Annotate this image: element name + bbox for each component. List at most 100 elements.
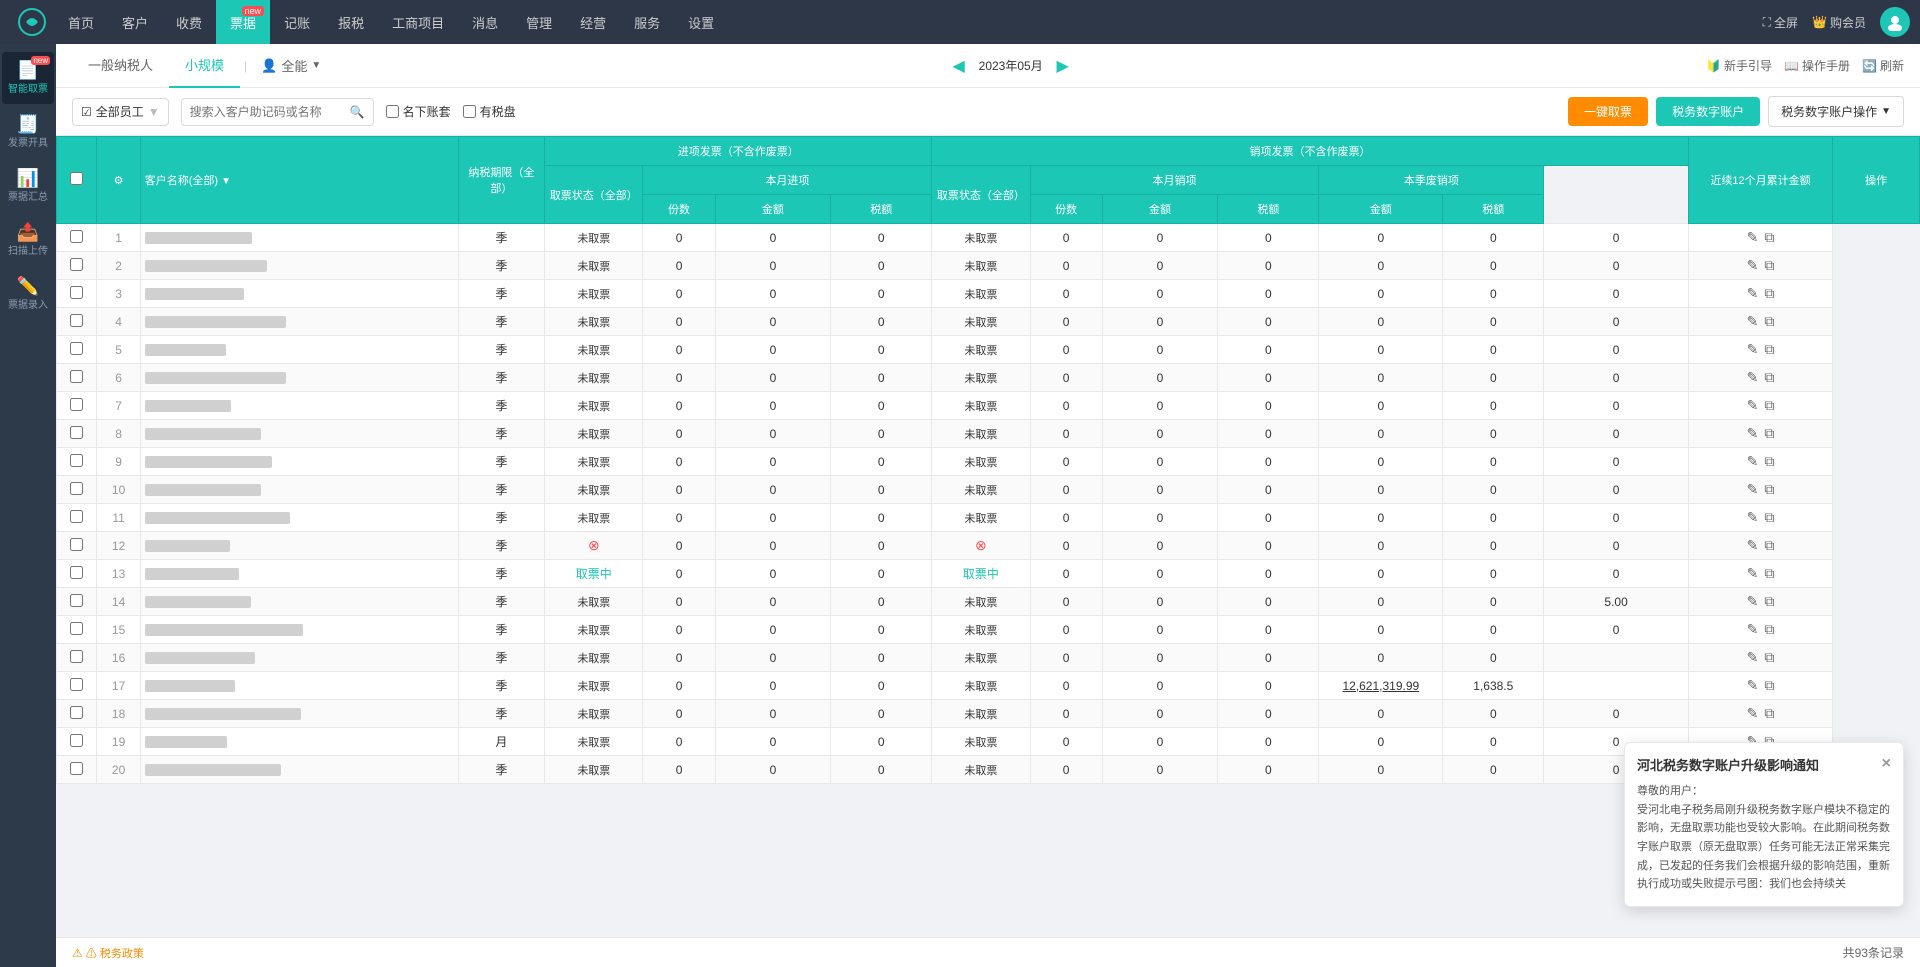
- nav-service[interactable]: 服务: [620, 0, 674, 44]
- copy-btn[interactable]: ⧉: [1764, 677, 1774, 694]
- refresh-link[interactable]: 🔄 刷新: [1862, 57, 1904, 74]
- digital-tax-op-btn[interactable]: 税务数字账户操作 ▼: [1768, 96, 1904, 127]
- sidebar-item-entry[interactable]: ✏️ 票据录入: [2, 268, 54, 320]
- row-checkbox[interactable]: [70, 482, 83, 495]
- period-next-btn[interactable]: ▶: [1051, 54, 1075, 78]
- has-taxbox-checkbox[interactable]: 有税盘: [463, 103, 516, 120]
- row-checkbox[interactable]: [70, 706, 83, 719]
- row-checkbox[interactable]: [70, 426, 83, 439]
- subtab-general[interactable]: 一般纳税人: [72, 44, 169, 88]
- edit-btn[interactable]: ✎: [1747, 313, 1759, 330]
- nav-customer[interactable]: 客户: [108, 0, 162, 44]
- tax-policy-link[interactable]: ⚠ ⚠ 税务政策: [72, 945, 144, 961]
- copy-btn[interactable]: ⧉: [1764, 593, 1774, 610]
- th-fetch-status-in[interactable]: 取票状态（全部）: [545, 166, 643, 224]
- row-checkbox[interactable]: [70, 538, 83, 551]
- nav-message[interactable]: 消息: [458, 0, 512, 44]
- row-checkbox[interactable]: [70, 650, 83, 663]
- nav-manage[interactable]: 管理: [512, 0, 566, 44]
- nav-tax[interactable]: 报税: [324, 0, 378, 44]
- subtab-small[interactable]: 小规模: [169, 44, 240, 88]
- row-checkbox[interactable]: [70, 566, 83, 579]
- edit-btn[interactable]: ✎: [1747, 397, 1759, 414]
- copy-btn[interactable]: ⧉: [1764, 453, 1774, 470]
- nav-home[interactable]: 首页: [54, 0, 108, 44]
- copy-btn[interactable]: ⧉: [1764, 537, 1774, 554]
- row-checkbox[interactable]: [70, 398, 83, 411]
- nav-invoice[interactable]: 票据 new: [216, 0, 270, 44]
- new-guide-link[interactable]: 🔰 新手引导: [1706, 57, 1772, 74]
- copy-btn[interactable]: ⧉: [1764, 369, 1774, 386]
- select-all-checkbox[interactable]: [70, 172, 83, 185]
- search-input[interactable]: [190, 105, 350, 119]
- sidebar-item-smart-ticket[interactable]: 📄 智能取票 new: [2, 52, 54, 104]
- edit-btn[interactable]: ✎: [1747, 621, 1759, 638]
- employee-filter[interactable]: ☑ 全部员工 ▼: [72, 98, 169, 126]
- edit-btn[interactable]: ✎: [1747, 677, 1759, 694]
- row-checkbox[interactable]: [70, 230, 83, 243]
- copy-btn[interactable]: ⧉: [1764, 229, 1774, 246]
- edit-btn[interactable]: ✎: [1747, 257, 1759, 274]
- edit-btn[interactable]: ✎: [1747, 705, 1759, 722]
- search-icon[interactable]: 🔍: [350, 105, 365, 119]
- notif-close-btn[interactable]: ×: [1882, 755, 1891, 773]
- edit-btn[interactable]: ✎: [1747, 229, 1759, 246]
- logo[interactable]: [10, 0, 54, 44]
- edit-btn[interactable]: ✎: [1747, 481, 1759, 498]
- copy-btn[interactable]: ⧉: [1764, 621, 1774, 638]
- row-checkbox[interactable]: [70, 510, 83, 523]
- copy-btn[interactable]: ⧉: [1764, 649, 1774, 666]
- copy-btn[interactable]: ⧉: [1764, 425, 1774, 442]
- edit-btn[interactable]: ✎: [1747, 537, 1759, 554]
- copy-btn[interactable]: ⧉: [1764, 257, 1774, 274]
- row-checkbox[interactable]: [70, 678, 83, 691]
- sidebar-item-scan-upload[interactable]: 📤 扫描上传: [2, 214, 54, 266]
- under-account-checkbox[interactable]: 名下账套: [386, 103, 451, 120]
- row-checkbox[interactable]: [70, 314, 83, 327]
- one-key-ticket-btn[interactable]: 一键取票: [1568, 97, 1648, 126]
- fullscreen-btn[interactable]: ⛶ 全屏: [1763, 14, 1798, 31]
- user-avatar[interactable]: [1880, 7, 1910, 37]
- copy-btn[interactable]: ⧉: [1764, 397, 1774, 414]
- subtab-allround[interactable]: 👤 全能 ▼: [251, 56, 331, 75]
- period-prev-btn[interactable]: ◀: [947, 54, 971, 78]
- manual-link[interactable]: 📖 操作手册: [1784, 57, 1850, 74]
- edit-btn[interactable]: ✎: [1747, 593, 1759, 610]
- row-checkbox[interactable]: [70, 762, 83, 775]
- nav-settings[interactable]: 设置: [674, 0, 728, 44]
- sidebar-item-summary[interactable]: 📊 票据汇总: [2, 160, 54, 212]
- row-checkbox[interactable]: [70, 258, 83, 271]
- th-period[interactable]: 纳税期限（全部）: [458, 137, 545, 224]
- row-checkbox[interactable]: [70, 734, 83, 747]
- edit-btn[interactable]: ✎: [1747, 341, 1759, 358]
- th-fetch-status-out[interactable]: 取票状态（全部）: [932, 166, 1030, 224]
- search-box[interactable]: 🔍: [181, 98, 374, 126]
- copy-btn[interactable]: ⧉: [1764, 565, 1774, 582]
- edit-btn[interactable]: ✎: [1747, 425, 1759, 442]
- row-checkbox[interactable]: [70, 622, 83, 635]
- copy-btn[interactable]: ⧉: [1764, 341, 1774, 358]
- copy-btn[interactable]: ⧉: [1764, 285, 1774, 302]
- digital-tax-btn[interactable]: 税务数字账户: [1656, 97, 1760, 126]
- th-customer-name[interactable]: 客户名称(全部) ▼: [140, 137, 458, 224]
- edit-btn[interactable]: ✎: [1747, 565, 1759, 582]
- row-checkbox[interactable]: [70, 370, 83, 383]
- edit-btn[interactable]: ✎: [1747, 285, 1759, 302]
- copy-btn[interactable]: ⧉: [1764, 705, 1774, 722]
- sidebar-item-open-invoice[interactable]: 🧾 发票开具: [2, 106, 54, 158]
- row-checkbox[interactable]: [70, 594, 83, 607]
- nav-operate[interactable]: 经营: [566, 0, 620, 44]
- edit-btn[interactable]: ✎: [1747, 369, 1759, 386]
- nav-fee[interactable]: 收费: [162, 0, 216, 44]
- copy-btn[interactable]: ⧉: [1764, 313, 1774, 330]
- vip-btn[interactable]: 👑 购会员: [1812, 14, 1866, 31]
- nav-accounting[interactable]: 记账: [270, 0, 324, 44]
- copy-btn[interactable]: ⧉: [1764, 509, 1774, 526]
- nav-bizproject[interactable]: 工商项目: [378, 0, 458, 44]
- row-checkbox[interactable]: [70, 342, 83, 355]
- edit-btn[interactable]: ✎: [1747, 509, 1759, 526]
- row-checkbox[interactable]: [70, 286, 83, 299]
- edit-btn[interactable]: ✎: [1747, 453, 1759, 470]
- edit-btn[interactable]: ✎: [1747, 649, 1759, 666]
- row-checkbox[interactable]: [70, 454, 83, 467]
